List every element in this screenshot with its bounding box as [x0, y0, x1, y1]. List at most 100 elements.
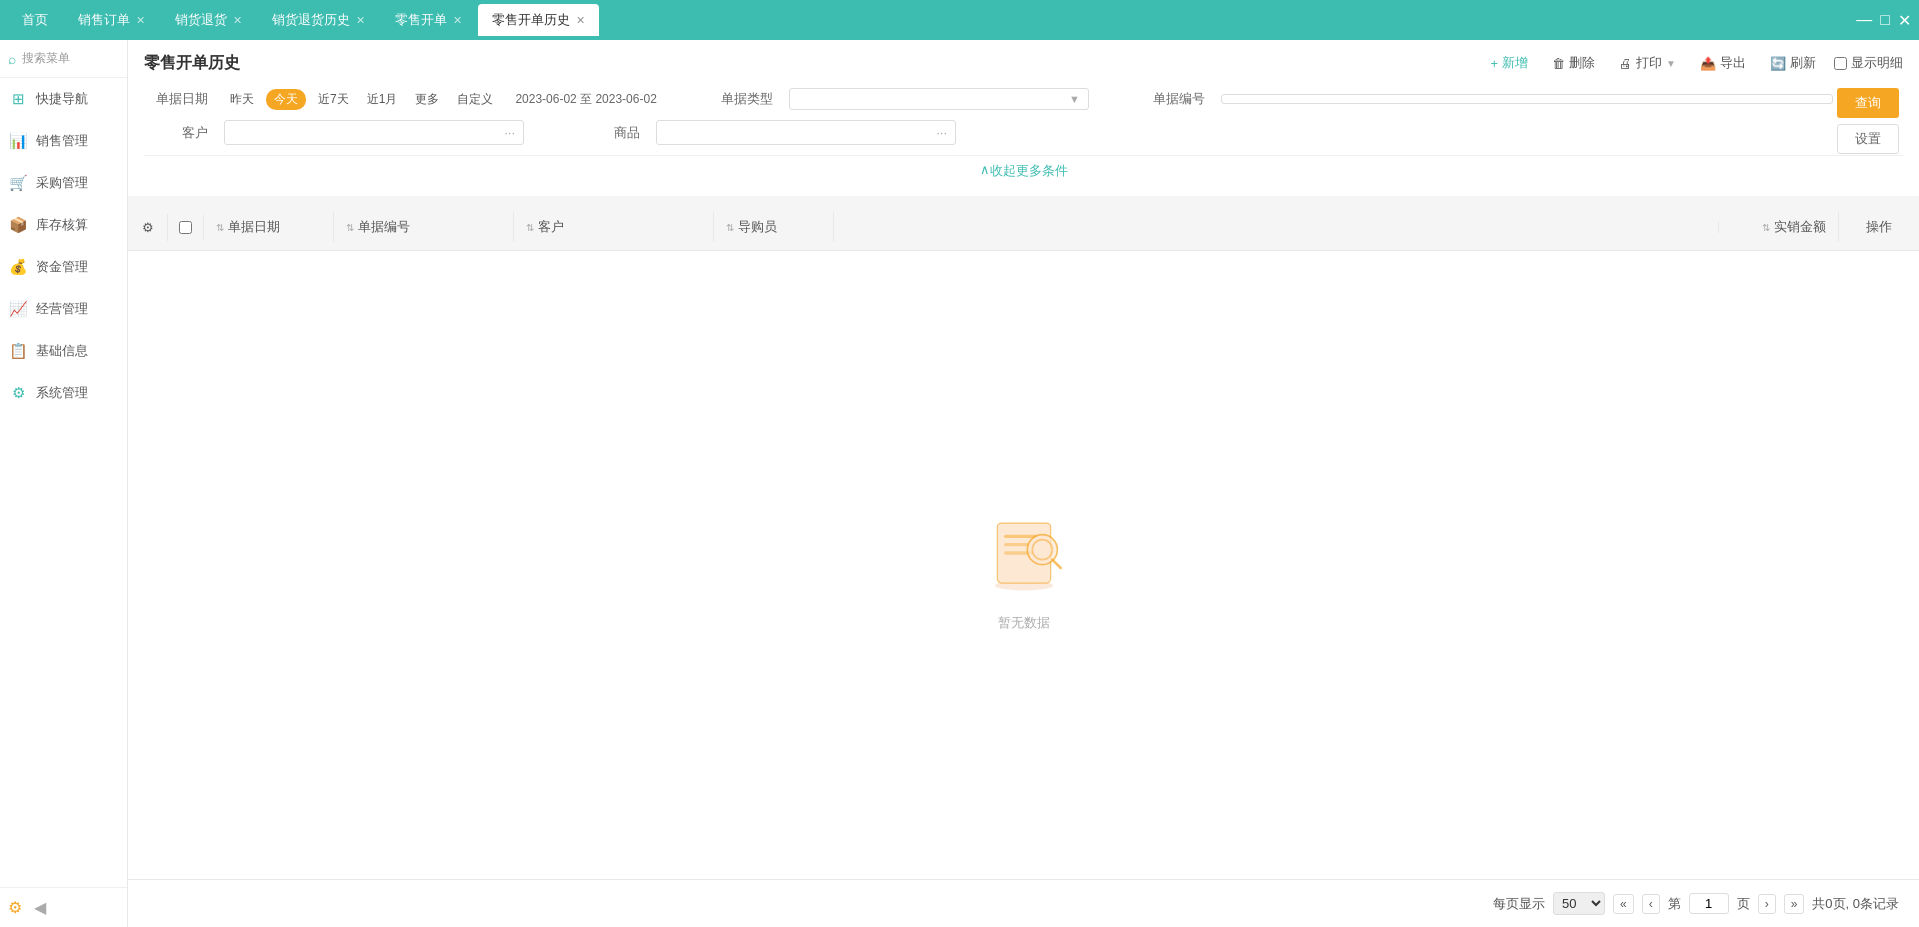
close-tab-sales-order[interactable]: ✕	[136, 14, 145, 27]
th-fill	[834, 221, 1719, 233]
date-btn-yesterday[interactable]: 昨天	[224, 89, 260, 110]
filter-section: 零售开单历史 + + 新增 新增 🗑 删除 🖨 打印 ▼	[128, 40, 1919, 196]
th-date[interactable]: ⇅ 单据日期	[204, 212, 334, 242]
sidebar-item-operations[interactable]: 📈 经营管理	[0, 288, 127, 330]
tab-bar: + 新增 首页 销售订单 ✕ 销货退货 ✕ 销货退货历史 ✕ 零售开单 ✕ 零售…	[0, 0, 1919, 40]
date-btn-more[interactable]: 更多	[409, 89, 445, 110]
svg-line-8	[1052, 560, 1060, 568]
collapse-row[interactable]: ∧ 收起更多条件	[144, 155, 1903, 186]
date-btn-today[interactable]: 今天	[266, 89, 306, 110]
maximize-icon[interactable]: □	[1880, 11, 1890, 29]
print-icon: 🖨	[1619, 56, 1632, 71]
refresh-button[interactable]: 🔄 刷新	[1764, 50, 1822, 76]
empty-illustration	[974, 498, 1074, 598]
goods-input[interactable]: ···	[656, 120, 956, 145]
settings-col-icon: ⚙	[142, 220, 154, 235]
table-container: ⚙ ⇅ 单据日期 ⇅ 单据编号 ⇅ 客户 ⇅	[128, 204, 1919, 927]
th-amount[interactable]: ⇅ 实销金额	[1719, 212, 1839, 242]
total-label: 共0页, 0条记录	[1812, 895, 1899, 913]
filters-left: 单据日期 昨天 今天 近7天 近1月 更多 自定义 2023-06-02 至 2…	[144, 88, 1837, 155]
sidebar-bottom: ⚙ ◀	[0, 887, 127, 927]
customer-input[interactable]: ···	[224, 120, 524, 145]
type-select-arrow: ▼	[1069, 93, 1080, 105]
tab-home[interactable]: + 新增 首页	[8, 4, 62, 36]
content-area: 零售开单历史 + + 新增 新增 🗑 删除 🖨 打印 ▼	[128, 40, 1919, 927]
th-customer[interactable]: ⇅ 客户	[514, 212, 714, 242]
th-action: 操作	[1839, 212, 1919, 242]
sidebar-item-finance[interactable]: 💰 资金管理	[0, 246, 127, 288]
collapse-label: 收起更多条件	[990, 162, 1068, 180]
tab-retail-order[interactable]: 零售开单 ✕	[381, 4, 476, 36]
per-page-select[interactable]: 50 10 20 100	[1553, 892, 1605, 915]
prev-page-btn[interactable]: ‹	[1642, 894, 1660, 914]
sidebar-item-inventory[interactable]: 📦 库存核算	[0, 204, 127, 246]
type-label: 单据类型	[713, 90, 773, 108]
sort-customer-icon: ⇅	[526, 222, 534, 233]
sidebar-item-basic[interactable]: 📋 基础信息	[0, 330, 127, 372]
close-tab-sales-return-history[interactable]: ✕	[356, 14, 365, 27]
last-page-btn[interactable]: »	[1784, 894, 1805, 914]
tab-sales-order[interactable]: 销售订单 ✕	[64, 4, 159, 36]
filter-settings-button[interactable]: 设置	[1837, 124, 1899, 154]
filters-main: 单据日期 昨天 今天 近7天 近1月 更多 自定义 2023-06-02 至 2…	[144, 88, 1903, 155]
close-tab-retail-order[interactable]: ✕	[453, 14, 462, 27]
first-page-btn[interactable]: «	[1613, 894, 1634, 914]
display-detail-input[interactable]	[1834, 57, 1847, 70]
sidebar-settings-icon[interactable]: ⚙	[8, 898, 22, 917]
tab-retail-order-history[interactable]: 零售开单历史 ✕	[478, 4, 599, 36]
svg-rect-4	[1004, 543, 1029, 546]
operations-icon: 📈	[8, 300, 28, 318]
th-guide[interactable]: ⇅ 导购员	[714, 212, 834, 242]
sidebar-item-system[interactable]: ⚙ 系统管理	[0, 372, 127, 414]
sidebar: ⌕ 搜索菜单 ⊞ 快捷导航 📊 销售管理 🛒 采购管理 📦 库存核算 💰 资金管…	[0, 40, 128, 927]
sidebar-collapse-icon[interactable]: ◀	[34, 898, 46, 917]
number-input[interactable]	[1221, 94, 1833, 104]
goods-dots[interactable]: ···	[936, 125, 947, 140]
display-detail-checkbox[interactable]: 显示明细	[1834, 54, 1903, 72]
tab-sales-return-history[interactable]: 销货退货历史 ✕	[258, 4, 379, 36]
collapse-icon: ∧	[980, 162, 990, 180]
sidebar-item-purchase[interactable]: 🛒 采购管理	[0, 162, 127, 204]
print-button[interactable]: 🖨 打印 ▼	[1613, 50, 1682, 76]
system-icon: ⚙	[8, 384, 28, 402]
window-close-icon[interactable]: ✕	[1898, 11, 1911, 30]
tab-sales-return[interactable]: 销货退货 ✕	[161, 4, 256, 36]
new-icon: +	[1491, 56, 1499, 71]
empty-state: 暂无数据	[128, 251, 1919, 879]
filter-right-btns: 查询 设置	[1837, 88, 1903, 154]
page-input[interactable]	[1689, 893, 1729, 914]
search-icon: ⌕	[8, 51, 16, 67]
select-all-checkbox[interactable]	[179, 221, 192, 234]
sidebar-item-quicknav[interactable]: ⊞ 快捷导航	[0, 78, 127, 120]
query-button[interactable]: 查询	[1837, 88, 1899, 118]
finance-icon: 💰	[8, 258, 28, 276]
delete-button[interactable]: 🗑 删除	[1546, 50, 1601, 76]
th-number[interactable]: ⇅ 单据编号	[334, 212, 514, 242]
th-settings[interactable]: ⚙	[128, 214, 168, 241]
page-title: 零售开单历史	[144, 53, 240, 74]
window-controls: — □ ✕	[1856, 11, 1911, 30]
minimize-icon[interactable]: —	[1856, 11, 1872, 29]
sales-icon: 📊	[8, 132, 28, 150]
purchase-icon: 🛒	[8, 174, 28, 192]
refresh-icon: 🔄	[1770, 56, 1786, 71]
date-btn-custom[interactable]: 自定义	[451, 89, 499, 110]
sidebar-item-sales[interactable]: 📊 销售管理	[0, 120, 127, 162]
sort-number-icon: ⇅	[346, 222, 354, 233]
sidebar-search[interactable]: ⌕ 搜索菜单	[0, 40, 127, 78]
date-btn-7days[interactable]: 近7天	[312, 89, 355, 110]
th-checkbox[interactable]	[168, 215, 204, 240]
close-tab-retail-order-history[interactable]: ✕	[576, 14, 585, 27]
customer-dots[interactable]: ···	[504, 125, 515, 140]
table-header: ⚙ ⇅ 单据日期 ⇅ 单据编号 ⇅ 客户 ⇅	[128, 204, 1919, 251]
next-page-btn[interactable]: ›	[1758, 894, 1776, 914]
close-tab-sales-return[interactable]: ✕	[233, 14, 242, 27]
new-button[interactable]: + + 新增 新增	[1485, 50, 1535, 76]
quicknav-icon: ⊞	[8, 90, 28, 108]
date-filter: 昨天 今天 近7天 近1月 更多 自定义	[224, 89, 499, 110]
date-btn-1month[interactable]: 近1月	[361, 89, 404, 110]
export-button[interactable]: 📤 导出	[1694, 50, 1752, 76]
filter-row-2: 客户 ··· 商品 ···	[144, 120, 1837, 145]
type-select[interactable]: ▼	[789, 88, 1089, 110]
empty-text: 暂无数据	[998, 614, 1050, 632]
